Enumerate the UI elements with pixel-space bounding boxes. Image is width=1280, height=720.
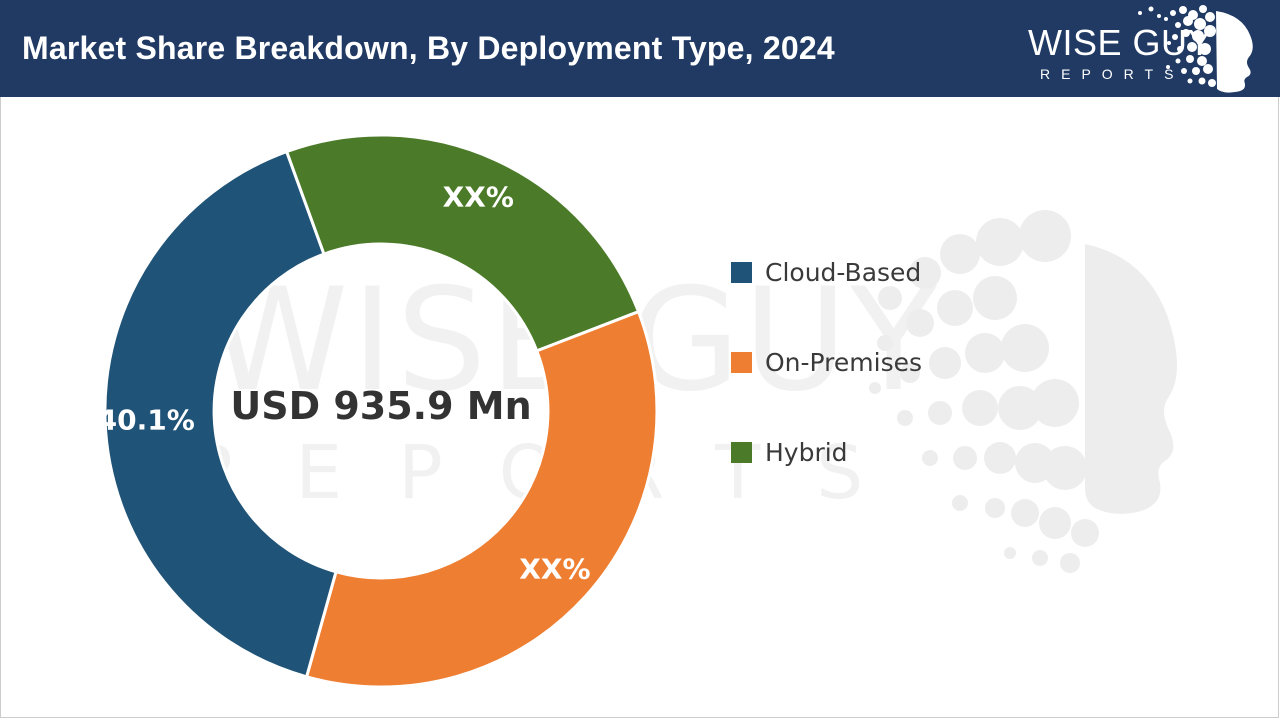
legend-label: Cloud-Based: [765, 257, 922, 287]
legend-item-on-premises: On-Premises: [731, 340, 922, 384]
legend-item-hybrid: Hybrid: [731, 430, 922, 474]
donut-chart: XX%XX%40.1%: [98, 133, 659, 689]
legend-label: Hybrid: [765, 437, 848, 467]
donut-segment-label-on-premises: XX%: [519, 553, 590, 586]
legend-label: On-Premises: [765, 347, 923, 377]
header-bar: Market Share Breakdown, By Deployment Ty…: [0, 0, 1280, 97]
logo-wiseguy-text: WISE GUY: [1028, 22, 1212, 63]
donut-center-value: USD 935.9 Mn: [230, 384, 532, 428]
wiseguy-reports-logo: WISE GUY REPORTS: [1028, 4, 1253, 93]
legend-swatch: [731, 261, 752, 283]
report-canvas: WISE GUY REPORTS: [0, 0, 1280, 720]
donut-segment-label-hybrid: XX%: [443, 181, 514, 214]
donut-segment-hybrid: [285, 133, 640, 353]
logo-reports-text: REPORTS: [1040, 66, 1184, 82]
legend-swatch: [731, 351, 752, 373]
page-title: Market Share Breakdown, By Deployment Ty…: [22, 30, 835, 66]
donut-segment-on-premises: [305, 310, 659, 689]
chart-legend: Cloud-Based On-Premises Hybrid: [731, 250, 922, 520]
logo-face-profile-icon: [1216, 10, 1253, 93]
legend-swatch: [731, 441, 752, 463]
legend-item-cloud-based: Cloud-Based: [731, 250, 922, 294]
